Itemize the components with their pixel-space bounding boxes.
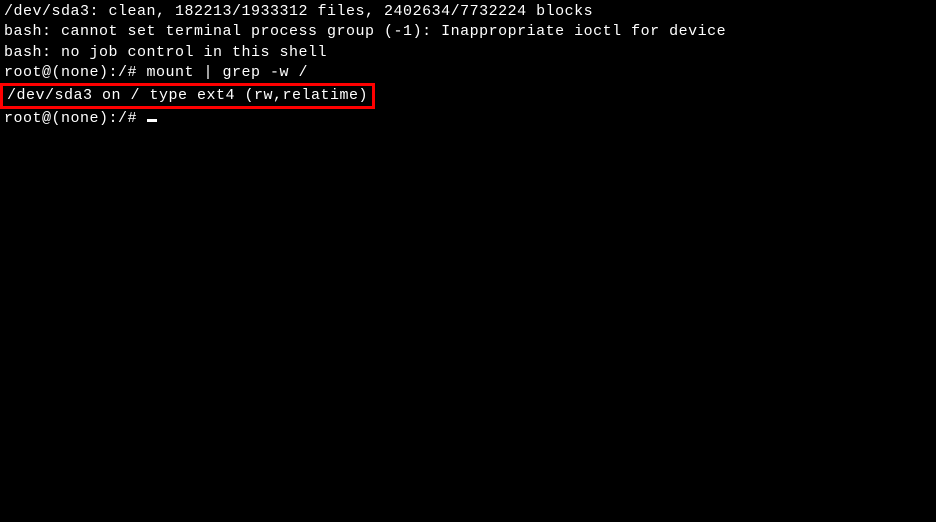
command-line-1: root@(none):/# mount | grep -w /: [4, 63, 932, 83]
command-text: mount | grep -w /: [147, 64, 309, 81]
cursor-icon: [147, 119, 157, 122]
bash-jobcontrol-line: bash: no job control in this shell: [4, 43, 932, 63]
fsck-output-line: /dev/sda3: clean, 182213/1933312 files, …: [4, 2, 932, 22]
mount-output-line: /dev/sda3 on / type ext4 (rw,relatime): [4, 83, 932, 109]
highlighted-mount-output: /dev/sda3 on / type ext4 (rw,relatime): [0, 83, 375, 109]
shell-prompt: root@(none):/#: [4, 109, 147, 129]
shell-prompt: root@(none):/#: [4, 64, 147, 81]
command-line-2[interactable]: root@(none):/#: [4, 109, 932, 129]
bash-error-line: bash: cannot set terminal process group …: [4, 22, 932, 42]
